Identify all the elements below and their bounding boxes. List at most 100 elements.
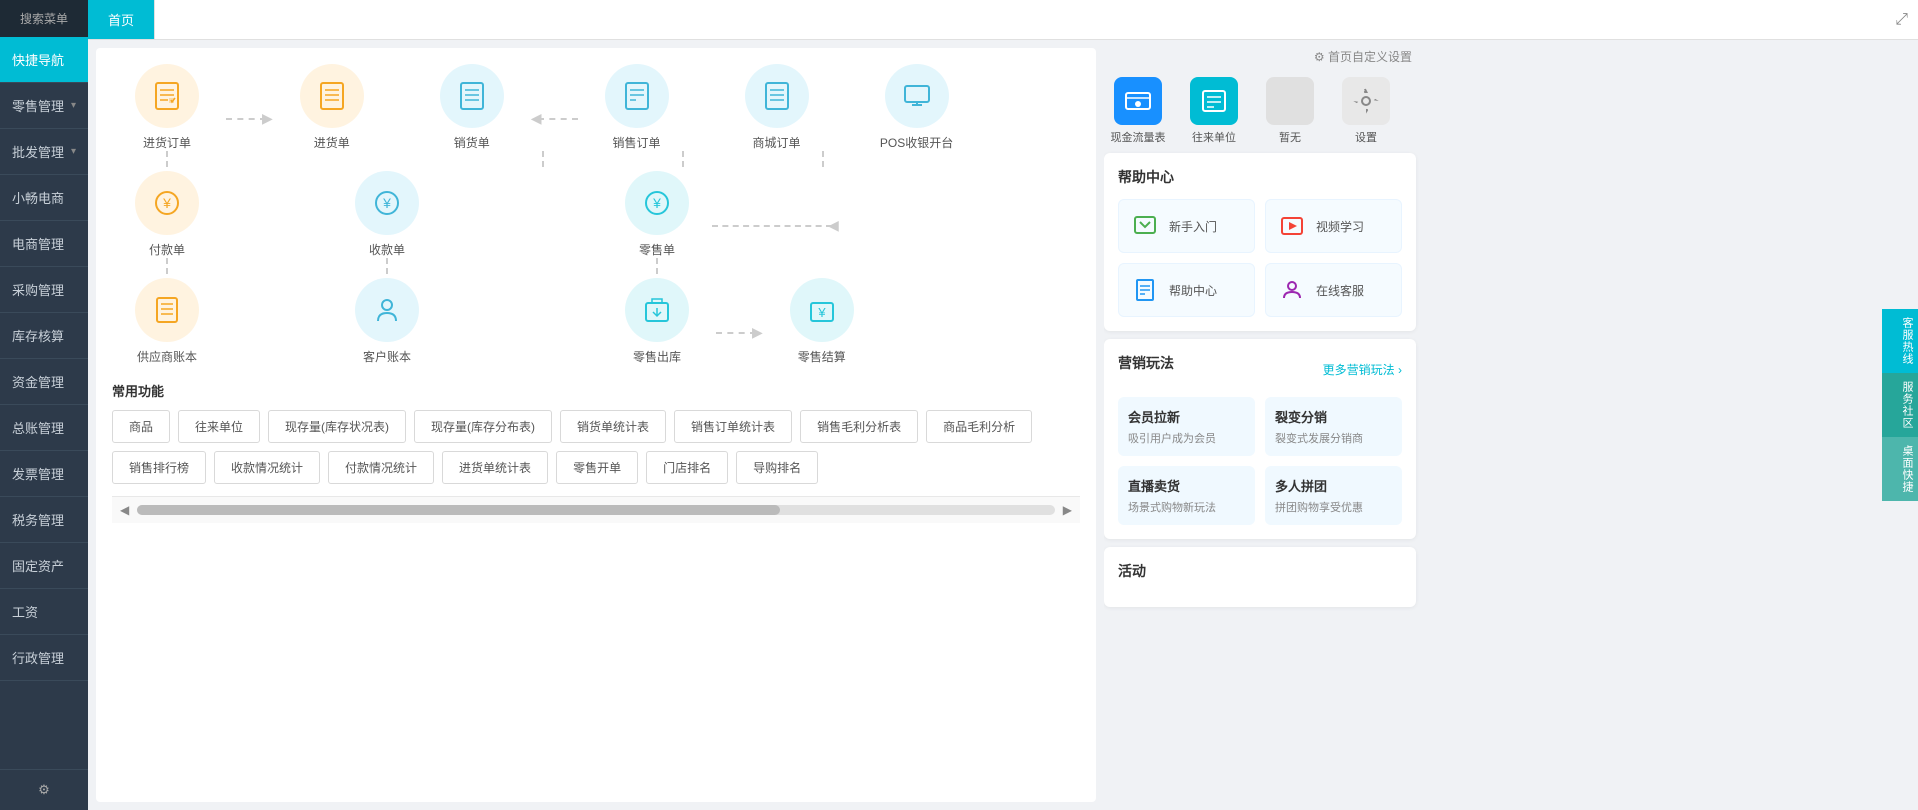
wf-node-supplier-account[interactable]: 供应商账本	[112, 278, 222, 365]
sidebar-item-ecommerce-small[interactable]: 小畅电商	[0, 175, 88, 221]
common-functions-grid: 商品 往来单位 现存量(库存状况表) 现存量(库存分布表) 销货单统计表 销售订…	[112, 410, 1080, 484]
mkt-more-btn[interactable]: 更多营销玩法 ›	[1323, 361, 1402, 378]
qn-icon-partners[interactable]: 往来单位	[1180, 77, 1248, 145]
sidebar-item-purchase[interactable]: 采购管理	[0, 267, 88, 313]
scroll-right-arrow[interactable]: ▶	[1059, 503, 1076, 517]
cf-btn-partners[interactable]: 往来单位	[178, 410, 260, 443]
sidebar-item-ecommerce[interactable]: 电商管理	[0, 221, 88, 267]
mkt-item-live-desc: 场景式购物新玩法	[1128, 499, 1245, 515]
help-item-video[interactable]: 视频学习	[1265, 199, 1402, 253]
help-center-card: 帮助中心 新手入门 视频学习	[1104, 153, 1416, 331]
sidebar-item-purchase-label: 采购管理	[12, 280, 76, 299]
wf-col-pos: POS收银开台	[862, 64, 972, 151]
help-item-service[interactable]: 在线客服	[1265, 263, 1402, 317]
wf-node-retail-out[interactable]: 零售出库	[602, 278, 712, 365]
qn-icon-none-label: 暂无	[1279, 129, 1301, 145]
cf-btn-goods-profit[interactable]: 商品毛利分析	[926, 410, 1032, 443]
sidebar-item-admin[interactable]: 行政管理	[0, 635, 88, 681]
wf-node-sales[interactable]: 销货单	[417, 64, 527, 151]
workflow: 进货订单 ▶	[112, 64, 1080, 365]
sidebar-item-ledger-label: 总账管理	[12, 418, 76, 437]
wf-node-purchase[interactable]: 进货单	[277, 64, 387, 151]
cf-btn-guide-rank[interactable]: 导购排名	[736, 451, 818, 484]
payment-icon: ¥	[135, 171, 199, 235]
cf-btn-purchase-stat[interactable]: 进货单统计表	[442, 451, 548, 484]
help-item-service-label: 在线客服	[1316, 282, 1364, 299]
wf-node-retail-settle[interactable]: ¥ 零售结算	[767, 278, 877, 365]
sidebar-item-finance[interactable]: 资金管理	[0, 359, 88, 405]
tab-home[interactable]: 首页	[88, 0, 155, 39]
sidebar-settings-icon[interactable]: ⚙	[0, 769, 88, 810]
sidebar-item-wholesale[interactable]: 批发管理 ▾	[0, 129, 88, 175]
workflow-row1: 进货订单 ▶	[112, 64, 1080, 151]
help-grid: 新手入门 视频学习 帮助中心	[1118, 199, 1402, 317]
cf-btn-store-rank[interactable]: 门店排名	[646, 451, 728, 484]
mkt-item-group-desc: 拼团购物享受优惠	[1275, 499, 1392, 515]
wf-node-pos[interactable]: POS收银开台	[862, 64, 972, 151]
sidebar-nav-quicknav[interactable]: 快捷导航	[0, 37, 88, 83]
wf-label-mall-order: 商城订单	[753, 134, 801, 151]
right-panel: ⚙ 首页自定义设置 现金流量表 往来单位	[1104, 40, 1424, 810]
sidebar-item-salary[interactable]: 工资	[0, 589, 88, 635]
mkt-item-fission[interactable]: 裂变分销 裂变式发展分销商	[1265, 397, 1402, 456]
float-btn-desktop[interactable]: 桌面快捷	[1882, 437, 1918, 501]
qn-icon-cashflow[interactable]: 现金流量表	[1104, 77, 1172, 145]
sidebar-item-ledger[interactable]: 总账管理	[0, 405, 88, 451]
sidebar-item-inventory[interactable]: 库存核算	[0, 313, 88, 359]
wf-node-retail-bill[interactable]: ¥ 零售单	[602, 171, 712, 258]
sidebar-item-invoice[interactable]: 发票管理	[0, 451, 88, 497]
qn-customize-btn[interactable]: ⚙ 首页自定义设置	[1104, 48, 1416, 65]
wf-col-retail-bill: ¥ 零售单	[602, 171, 712, 258]
sidebar-item-retail[interactable]: 零售管理 ▾	[0, 83, 88, 129]
cf-btn-stock-dist[interactable]: 现存量(库存分布表)	[414, 410, 552, 443]
float-btn-community[interactable]: 服务社区	[1882, 373, 1918, 437]
cf-btn-sales-stat[interactable]: 销货单统计表	[560, 410, 666, 443]
arrowhead-right: ▶	[262, 110, 273, 127]
arrow-po-to-p: ▶	[226, 110, 273, 127]
cf-btn-retail-order[interactable]: 零售开单	[556, 451, 638, 484]
scroll-left-arrow[interactable]: ◀	[116, 503, 133, 517]
mkt-item-member[interactable]: 会员拉新 吸引用户成为会员	[1118, 397, 1255, 456]
sidebar-item-assets-label: 固定资产	[12, 556, 76, 575]
pos-icon	[885, 64, 949, 128]
mkt-item-live[interactable]: 直播卖货 场景式购物新玩法	[1118, 466, 1255, 525]
scroll-track[interactable]	[137, 505, 1055, 515]
sidebar-item-assets[interactable]: 固定资产	[0, 543, 88, 589]
mkt-item-group[interactable]: 多人拼团 拼团购物享受优惠	[1265, 466, 1402, 525]
cf-btn-stock-status[interactable]: 现存量(库存状况表)	[268, 410, 406, 443]
cf-btn-sales-order-stat[interactable]: 销售订单统计表	[674, 410, 792, 443]
wf-node-mall-order[interactable]: 商城订单	[722, 64, 832, 151]
cashflow-icon	[1114, 77, 1162, 125]
qn-icon-settings[interactable]: 设置	[1332, 77, 1400, 145]
sidebar-item-admin-label: 行政管理	[12, 648, 76, 667]
wf-node-receipt[interactable]: ¥ 收款单	[332, 171, 442, 258]
maximize-icon[interactable]: ⤢	[1885, 11, 1918, 29]
wf-node-sales-order[interactable]: 销售订单	[582, 64, 692, 151]
wf-col-sales-order: 销售订单	[582, 64, 692, 151]
wf-col-supplier-account: 供应商账本	[112, 278, 222, 365]
wf-label-retail-out: 零售出库	[633, 348, 681, 365]
wf-col-sales: 销货单	[417, 64, 527, 151]
help-item-beginner[interactable]: 新手入门	[1118, 199, 1255, 253]
cf-btn-goods[interactable]: 商品	[112, 410, 170, 443]
help-item-docs-label: 帮助中心	[1169, 282, 1217, 299]
cf-btn-sales-profit[interactable]: 销售毛利分析表	[800, 410, 918, 443]
wf-col-customer-account: 客户账本	[332, 278, 442, 365]
float-btn-service[interactable]: 客服热线	[1882, 309, 1918, 373]
cf-btn-receipt-stat[interactable]: 收款情况统计	[214, 451, 320, 484]
qn-icon-none[interactable]: 暂无	[1256, 77, 1324, 145]
settings-icon-box	[1342, 77, 1390, 125]
marketing-card: 营销玩法 更多营销玩法 › 会员拉新 吸引用户成为会员 裂变分销 裂变式发展分销…	[1104, 339, 1416, 539]
qn-icon-settings-label: 设置	[1355, 129, 1377, 145]
wf-node-payment[interactable]: ¥ 付款单	[112, 171, 222, 258]
purchase-icon	[300, 64, 364, 128]
mkt-header: 营销玩法 更多营销玩法 ›	[1118, 353, 1402, 385]
help-item-docs[interactable]: 帮助中心	[1118, 263, 1255, 317]
sidebar-search[interactable]: 搜索菜单	[0, 0, 88, 37]
sidebar-item-ecommerce-small-label: 小畅电商	[12, 188, 76, 207]
sidebar-item-tax[interactable]: 税务管理	[0, 497, 88, 543]
wf-node-purchase-order[interactable]: 进货订单	[112, 64, 222, 151]
wf-node-customer-account[interactable]: 客户账本	[332, 278, 442, 365]
cf-btn-payment-stat[interactable]: 付款情况统计	[328, 451, 434, 484]
cf-btn-sales-rank[interactable]: 销售排行榜	[112, 451, 206, 484]
